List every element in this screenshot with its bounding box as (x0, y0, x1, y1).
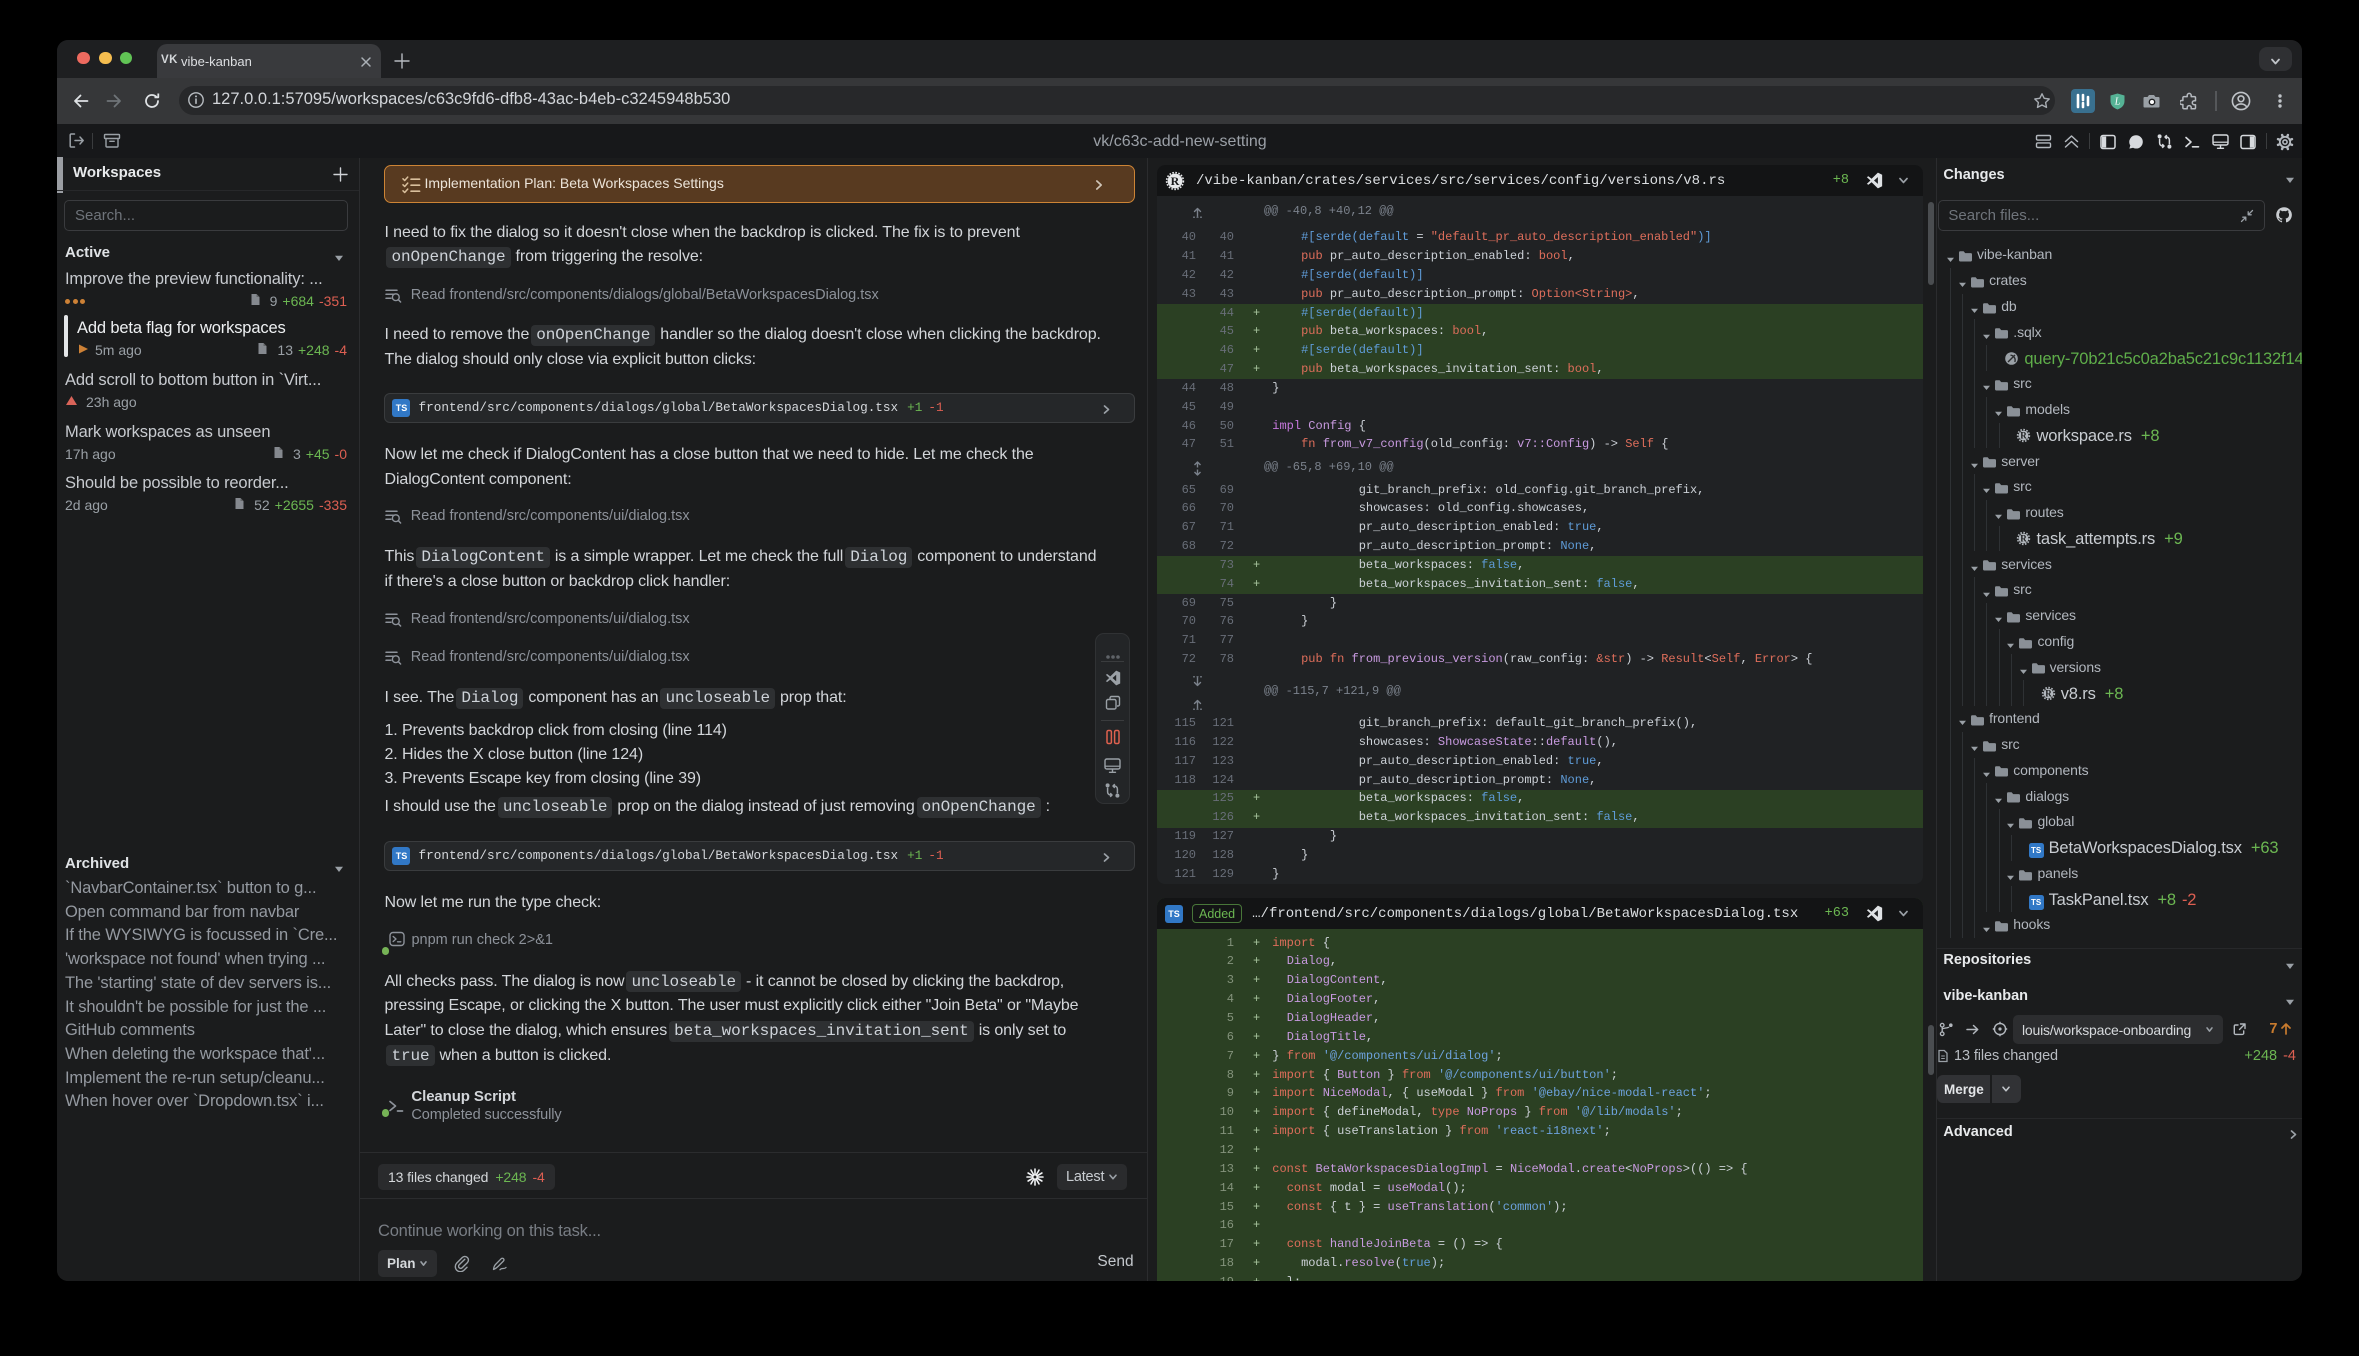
svg-text:R: R (2045, 688, 2052, 698)
svg-text:R: R (2021, 534, 2028, 544)
svg-text:R: R (1171, 174, 1180, 188)
svg-text:L: L (2114, 96, 2121, 107)
svg-text:R: R (2021, 431, 2028, 441)
